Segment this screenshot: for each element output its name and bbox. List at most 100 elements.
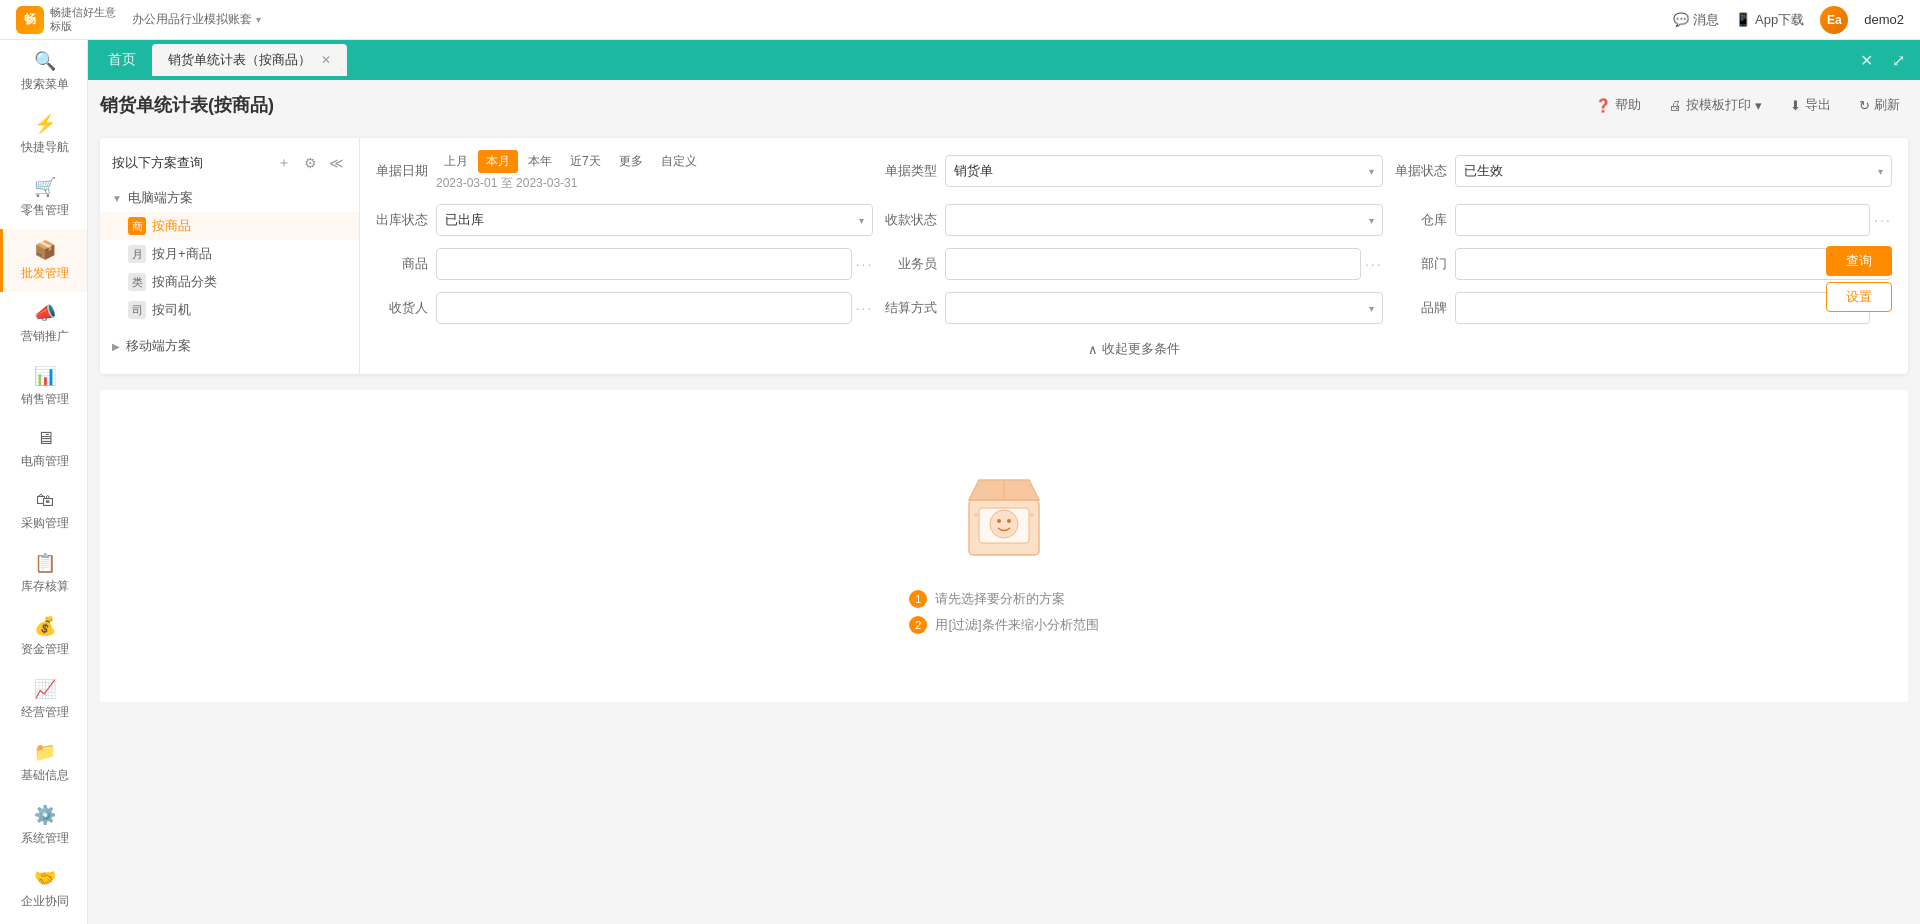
sidebar-item-finance[interactable]: 💰 资金管理: [0, 605, 87, 668]
sidebar-item-enterprise[interactable]: 🤝 企业协同: [0, 857, 87, 920]
query-button[interactable]: 查询: [1826, 246, 1892, 276]
content-area: 首页 销货单统计表（按商品） ✕ ✕ ⤢ 销货单统计表(按商品) ❓: [88, 40, 1920, 924]
filter-more-row: ∧ 收起更多条件: [376, 336, 1892, 362]
page-actions: ❓ 帮助 🖨 按模板打印 ▾ ⬇ 导出 ↻: [1587, 92, 1908, 118]
clipboard-icon: 📋: [34, 552, 56, 574]
date-tab-7days[interactable]: 近7天: [562, 150, 609, 173]
chevron-icon-payment: ▾: [1369, 215, 1374, 226]
print-arrow-icon: ▾: [1755, 98, 1762, 113]
filter-select-payment-status[interactable]: ▾: [945, 204, 1382, 236]
filter-item-date: 单据日期 上月 本月 本年 近7天: [376, 150, 873, 192]
scheme-section-header-desktop[interactable]: ▼ 电脑端方案: [100, 184, 359, 212]
expand-icon: ▼: [112, 193, 122, 204]
sidebar-item-inventory[interactable]: 📋 库存核算: [0, 542, 87, 605]
top-bar-left: 畅 畅捷信好生意 标版 办公用品行业模拟账套 ▾: [16, 6, 269, 34]
date-tab-custom[interactable]: 自定义: [653, 150, 705, 173]
scheme-item-by-goods[interactable]: 商 按商品: [100, 212, 359, 240]
filter-control-payment-status[interactable]: ▾: [945, 204, 1382, 236]
settings-button[interactable]: 设置: [1826, 282, 1892, 312]
warehouse-input[interactable]: [1455, 204, 1871, 236]
logo-icon: 畅: [16, 6, 44, 34]
filter-control-out-status[interactable]: 已出库 ▾: [436, 204, 873, 236]
sidebar-item-sales[interactable]: 📊 销售管理: [0, 355, 87, 418]
svg-point-7: [1030, 513, 1034, 517]
collapse-icon: ∧: [1088, 342, 1098, 357]
tab-close-icon[interactable]: ✕: [321, 53, 331, 67]
logo-text: 畅捷信好生意 标版: [50, 6, 116, 32]
scheme-section-desktop: ▼ 电脑端方案 商 按商品 月 按月+商品: [100, 180, 359, 328]
tab-expand-button[interactable]: ⤢: [1884, 46, 1912, 74]
top-bar: 畅 畅捷信好生意 标版 办公用品行业模拟账套 ▾ 💬 消息 📱 App下载 Ea…: [0, 0, 1920, 40]
filter-select-out-status[interactable]: 已出库 ▾: [436, 204, 873, 236]
dots-icon-receiver[interactable]: ···: [856, 300, 874, 316]
receiver-input[interactable]: [436, 292, 852, 324]
scheme-section-mobile: ▶ 移动端方案: [100, 328, 359, 364]
scheme-item-by-cashier[interactable]: 司 按司机: [100, 296, 359, 324]
date-tab-last-month[interactable]: 上月: [436, 150, 476, 173]
dots-icon-goods[interactable]: ···: [856, 256, 874, 272]
scheme-item-by-category[interactable]: 类 按商品分类: [100, 268, 359, 296]
dots-icon-warehouse[interactable]: ···: [1874, 212, 1892, 228]
export-icon: ⬇: [1790, 98, 1801, 113]
scheme-add-button[interactable]: ＋: [273, 152, 295, 174]
sidebar-item-purchase[interactable]: 🛍 采购管理: [0, 480, 87, 542]
sidebar-item-quick-nav[interactable]: ⚡ 快捷导航: [0, 103, 87, 166]
sidebar-item-search[interactable]: 🔍 搜索菜单: [0, 40, 87, 103]
sidebar-item-system[interactable]: ⚙️ 系统管理: [0, 794, 87, 857]
sidebar-item-basic[interactable]: 📁 基础信息: [0, 731, 87, 794]
page-content: 销货单统计表(按商品) ❓ 帮助 🖨 按模板打印 ▾ ⬇: [88, 80, 1920, 924]
filter-label-doc-status: 单据状态: [1395, 162, 1447, 180]
app-download-button[interactable]: 📱 App下载: [1735, 11, 1804, 29]
filter-control-doc-type[interactable]: 销货单 ▾: [945, 155, 1382, 187]
filter-select-doc-status[interactable]: 已生效 ▾: [1455, 155, 1892, 187]
export-button[interactable]: ⬇ 导出: [1782, 92, 1839, 118]
filter-row-4: 收货人 ··· 结算方式: [376, 292, 1892, 324]
tab-home[interactable]: 首页: [92, 44, 152, 76]
scheme-collapse-button[interactable]: ≪: [325, 152, 347, 174]
sidebar-item-newbie[interactable]: 🚀 新手引导: [0, 920, 87, 924]
money-icon: 💰: [34, 615, 56, 637]
date-tabs: 上月 本月 本年 近7天 更多 自定义: [436, 150, 869, 173]
step-num-2: 2: [909, 616, 927, 634]
bag-icon: 🛍: [36, 490, 54, 511]
message-button[interactable]: 💬 消息: [1673, 11, 1719, 29]
scheme-edit-button[interactable]: ⚙: [299, 152, 321, 174]
scheme-item-by-month-goods[interactable]: 月 按月+商品: [100, 240, 359, 268]
filter-select-payment-method[interactable]: ▾: [945, 292, 1382, 324]
print-button[interactable]: 🖨 按模板打印 ▾: [1661, 92, 1770, 118]
lightning-icon: ⚡: [34, 113, 56, 135]
dots-icon-salesperson[interactable]: ···: [1365, 256, 1383, 272]
refresh-button[interactable]: ↻ 刷新: [1851, 92, 1908, 118]
filter-control-doc-status[interactable]: 已生效 ▾: [1455, 155, 1892, 187]
brand-input[interactable]: [1455, 292, 1871, 324]
sidebar-item-retail[interactable]: 🛒 零售管理: [0, 166, 87, 229]
filter-select-doc-type[interactable]: 销货单 ▾: [945, 155, 1382, 187]
user-name[interactable]: demo2: [1864, 12, 1904, 27]
sidebar-item-wholesale[interactable]: 📦 批发管理: [0, 229, 87, 292]
sidebar-item-operation[interactable]: 📈 经营管理: [0, 668, 87, 731]
filter-control-payment-method[interactable]: ▾: [945, 292, 1382, 324]
query-button-area: 查询 设置: [1826, 246, 1892, 312]
avatar[interactable]: Ea: [1820, 6, 1848, 34]
salesperson-input[interactable]: [945, 248, 1361, 280]
main-layout: 🔍 搜索菜单 ⚡ 快捷导航 🛒 零售管理 📦 批发管理 📣 营销推广 📊 销售管…: [0, 40, 1920, 924]
filter-item-receiver: 收货人 ···: [376, 292, 873, 324]
sidebar-item-marketing[interactable]: 📣 营销推广: [0, 292, 87, 355]
date-tab-this-year[interactable]: 本年: [520, 150, 560, 173]
empty-illustration: [944, 450, 1064, 570]
filter-row-1: 单据日期 上月 本月 本年 近7天: [376, 150, 1892, 192]
goods-input[interactable]: [436, 248, 852, 280]
help-button[interactable]: ❓ 帮助: [1587, 92, 1649, 118]
sidebar-item-ecommerce[interactable]: 🖥 电商管理: [0, 418, 87, 480]
date-tab-this-month[interactable]: 本月: [478, 150, 518, 173]
tab-sales-stats[interactable]: 销货单统计表（按商品） ✕: [152, 44, 347, 76]
scheme-item-icon: 商: [128, 217, 146, 235]
filter-item-brand: 品牌 ···: [1395, 292, 1892, 324]
scheme-section-header-mobile[interactable]: ▶ 移动端方案: [100, 332, 359, 360]
filter-label-department: 部门: [1395, 255, 1447, 273]
scheme-header-actions: ＋ ⚙ ≪: [273, 152, 347, 174]
tab-close-all-button[interactable]: ✕: [1852, 46, 1880, 74]
date-tab-more[interactable]: 更多: [611, 150, 651, 173]
collapse-button[interactable]: ∧ 收起更多条件: [1076, 336, 1192, 362]
workspace-selector[interactable]: 办公用品行业模拟账套 ▾: [124, 7, 269, 32]
